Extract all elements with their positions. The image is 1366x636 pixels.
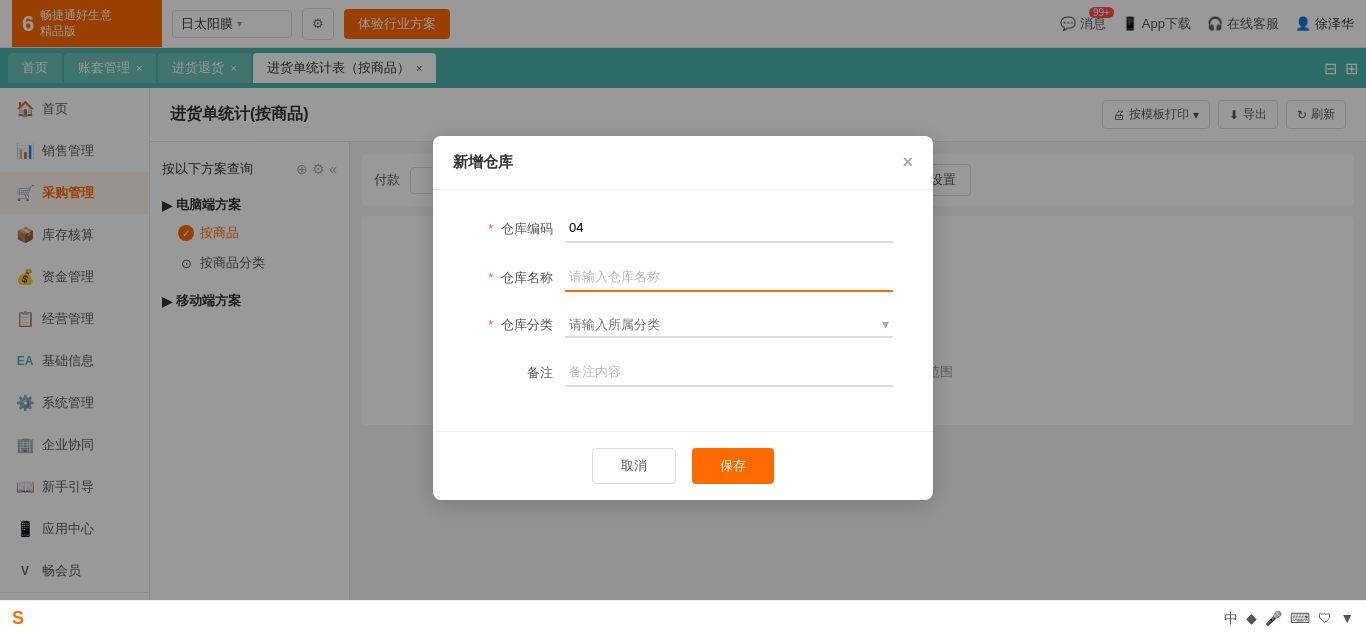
- name-label: * 仓库名称: [473, 269, 553, 287]
- name-required: *: [488, 270, 493, 285]
- category-select-wrap[interactable]: ▾: [565, 312, 893, 338]
- bottom-logo: S: [12, 608, 24, 629]
- dialog-close-button[interactable]: ×: [902, 152, 913, 173]
- code-required: *: [488, 221, 493, 236]
- remark-input[interactable]: [565, 358, 893, 387]
- form-row-code: * 仓库编码: [473, 214, 893, 243]
- form-row-remark: 备注: [473, 358, 893, 387]
- code-input[interactable]: [565, 214, 893, 243]
- category-label: * 仓库分类: [473, 316, 553, 334]
- arrow-down-icon[interactable]: ▼: [1340, 610, 1354, 628]
- bottom-icons: 中 ◆ 🎤 ⌨ 🛡 ▼: [1224, 610, 1354, 628]
- name-input[interactable]: [565, 263, 893, 292]
- dialog-footer: 取消 保存: [433, 431, 933, 500]
- dialog-new-warehouse: 新增仓库 × * 仓库编码 * 仓库名称: [433, 136, 933, 500]
- dialog-header: 新增仓库 ×: [433, 136, 933, 190]
- mic-icon[interactable]: 🎤: [1265, 610, 1282, 628]
- lang-icon[interactable]: 中: [1224, 610, 1238, 628]
- dialog-body: * 仓库编码 * 仓库名称 * 仓库分类: [433, 190, 933, 431]
- keyboard-icon[interactable]: ⌨: [1290, 610, 1310, 628]
- shield-icon[interactable]: 🛡: [1318, 610, 1332, 628]
- bottom-bar: S 中 ◆ 🎤 ⌨ 🛡 ▼: [0, 600, 1366, 636]
- category-input[interactable]: [569, 317, 882, 332]
- diamond-icon[interactable]: ◆: [1246, 610, 1257, 628]
- form-row-category: * 仓库分类 ▾: [473, 312, 893, 338]
- category-required: *: [488, 317, 493, 332]
- code-label: * 仓库编码: [473, 220, 553, 238]
- cancel-button[interactable]: 取消: [592, 448, 676, 484]
- form-row-name: * 仓库名称: [473, 263, 893, 292]
- dialog-title: 新增仓库: [453, 153, 513, 172]
- category-arrow-icon: ▾: [882, 316, 889, 332]
- save-button[interactable]: 保存: [692, 448, 774, 484]
- modal-overlay: 新增仓库 × * 仓库编码 * 仓库名称: [0, 0, 1366, 636]
- remark-label: 备注: [473, 364, 553, 382]
